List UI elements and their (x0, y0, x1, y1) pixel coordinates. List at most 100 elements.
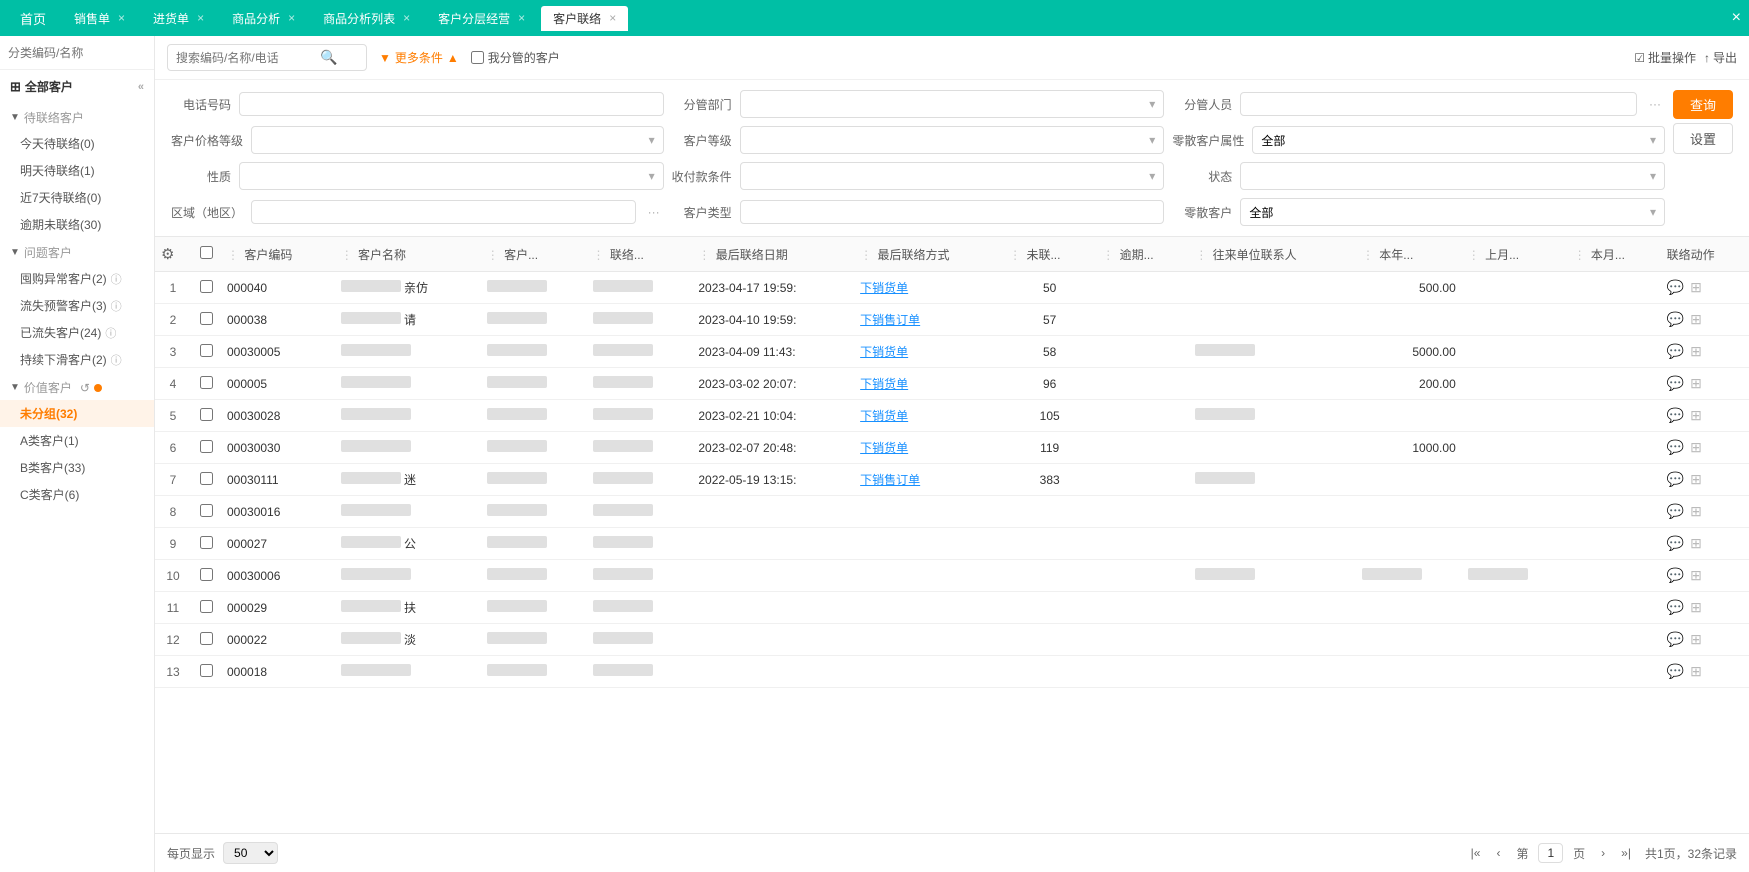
retail-attr-arrow: ▾ (1650, 133, 1656, 147)
status-arrow: ▾ (1650, 169, 1656, 183)
close-analysis-tab[interactable]: × (288, 11, 295, 25)
last-page-btn[interactable]: »| (1615, 844, 1637, 862)
close-customer-contact-tab[interactable]: × (609, 11, 616, 25)
grid-action-icon[interactable]: ⊞ (1690, 375, 1702, 392)
retail-attr-select[interactable]: 全部 ▾ (1252, 126, 1665, 154)
nav-tab-analysis-list[interactable]: 商品分析列表 × (311, 6, 422, 31)
message-icon[interactable]: 💬 (1667, 471, 1684, 488)
grid-action-icon[interactable]: ⊞ (1690, 663, 1702, 680)
sidebar-item-ungrouped[interactable]: 未分组(32) (0, 400, 154, 427)
table-row: 13000018 💬 ⊞ (155, 656, 1749, 688)
grid-action-icon[interactable]: ⊞ (1690, 631, 1702, 648)
nav-tab-customer-segment[interactable]: 客户分层经营 × (426, 6, 537, 31)
nature-select[interactable]: ▾ (239, 162, 664, 190)
filter-phone: 电话号码 (171, 92, 664, 116)
grid-action-icon[interactable]: ⊞ (1690, 279, 1702, 296)
sidebar-item-tomorrow[interactable]: 明天待联络(1) (0, 157, 154, 184)
message-icon[interactable]: 💬 (1667, 567, 1684, 584)
region-dots[interactable]: ··· (644, 205, 664, 219)
message-icon[interactable]: 💬 (1667, 375, 1684, 392)
customer-grade-select[interactable]: ▾ (740, 126, 1165, 154)
sidebar-item-a-class[interactable]: A类客户(1) (0, 427, 154, 454)
first-page-btn[interactable]: |« (1465, 844, 1487, 862)
more-filter-btn[interactable]: ▼ 更多条件 ▲ (379, 49, 459, 66)
grid-action-icon[interactable]: ⊞ (1690, 343, 1702, 360)
query-btn[interactable]: 查询 (1673, 90, 1733, 119)
select-all-checkbox[interactable] (200, 246, 213, 259)
sidebar-item-b-class[interactable]: B类客户(33) (0, 454, 154, 481)
message-icon[interactable]: 💬 (1667, 343, 1684, 360)
export-btn[interactable]: ↑ 导出 (1704, 49, 1737, 66)
filter-status: 状态 ▾ (1172, 162, 1665, 190)
nav-tab-sales[interactable]: 销售单 × (62, 6, 137, 31)
close-sales-tab[interactable]: × (118, 11, 125, 25)
message-icon[interactable]: 💬 (1667, 439, 1684, 456)
row-actions: 💬 ⊞ (1661, 496, 1749, 528)
message-icon[interactable]: 💬 (1667, 279, 1684, 296)
manager-input[interactable] (1240, 92, 1637, 116)
page-size-select[interactable]: 50 100 200 (223, 842, 278, 864)
sidebar-search-input[interactable] (8, 46, 155, 60)
message-icon[interactable]: 💬 (1667, 311, 1684, 328)
filter-row-1: 电话号码 分管部门 ▾ 分管人员 (171, 90, 1665, 118)
prev-page-btn[interactable]: ‹ (1490, 844, 1506, 862)
message-icon[interactable]: 💬 (1667, 599, 1684, 616)
grid-action-icon[interactable]: ⊞ (1690, 567, 1702, 584)
grid-action-icon[interactable]: ⊞ (1690, 503, 1702, 520)
nav-tab-customer-contact[interactable]: 客户联络 × (541, 6, 628, 31)
current-page[interactable]: 1 (1538, 843, 1563, 863)
message-icon[interactable]: 💬 (1667, 631, 1684, 648)
dept-select[interactable]: ▾ (740, 90, 1165, 118)
close-purchase-tab[interactable]: × (197, 11, 204, 25)
region-input[interactable] (251, 200, 636, 224)
sidebar-item-abnormal[interactable]: 囤购异常客户(2) ⓘ (0, 265, 154, 292)
customer-type-input[interactable] (740, 200, 1165, 224)
nav-home[interactable]: 首页 (8, 5, 58, 32)
sidebar-item-7days[interactable]: 近7天待联络(0) (0, 184, 154, 211)
search-icon[interactable]: 🔍 (320, 49, 337, 66)
grid-action-icon[interactable]: ⊞ (1690, 407, 1702, 424)
grid-action-icon[interactable]: ⊞ (1690, 535, 1702, 552)
grid-action-icon[interactable]: ⊞ (1690, 599, 1702, 616)
next-page-btn[interactable]: › (1595, 844, 1611, 862)
grid-action-icon[interactable]: ⊞ (1690, 439, 1702, 456)
nav-tab-purchase[interactable]: 进货单 × (141, 6, 216, 31)
close-analysis-list-tab[interactable]: × (403, 11, 410, 25)
sidebar-item-attrition-warning[interactable]: 流失预警客户(3) ⓘ (0, 292, 154, 319)
retail-customer-arrow: ▾ (1650, 205, 1656, 219)
reset-btn[interactable]: 设置 (1673, 123, 1733, 154)
close-all-tabs[interactable]: × (1732, 9, 1741, 27)
message-icon[interactable]: 💬 (1667, 663, 1684, 680)
search-input[interactable] (176, 51, 316, 65)
dept-arrow: ▾ (1149, 97, 1155, 111)
my-customer-check[interactable] (471, 51, 484, 64)
manager-dots[interactable]: ··· (1645, 97, 1665, 111)
sidebar-item-lost[interactable]: 已流失客户(24) ⓘ (0, 319, 154, 346)
message-icon[interactable]: 💬 (1667, 535, 1684, 552)
gear-icon[interactable]: ⚙ (161, 246, 174, 263)
grid-action-icon[interactable]: ⊞ (1690, 311, 1702, 328)
status-select[interactable]: ▾ (1240, 162, 1665, 190)
message-icon[interactable]: 💬 (1667, 407, 1684, 424)
sidebar-item-today[interactable]: 今天待联络(0) (0, 130, 154, 157)
nav-tab-analysis[interactable]: 商品分析 × (220, 6, 307, 31)
phone-input[interactable] (239, 92, 664, 116)
message-icon[interactable]: 💬 (1667, 503, 1684, 520)
retail-customer-select[interactable]: 全部 ▾ (1240, 198, 1665, 226)
batch-op-btn[interactable]: ☑ 批量操作 (1634, 49, 1696, 66)
sidebar: 🔍 ⊞ 全部客户 « ▼ 待联络客户 今天待联络(0) 明天待联络(1) 近7天… (0, 36, 155, 872)
group-value-customers: ▼ 价值客户 ↺ (0, 373, 154, 400)
close-customer-segment-tab[interactable]: × (518, 11, 525, 25)
sidebar-item-declining[interactable]: 持续下滑客户(2) ⓘ (0, 346, 154, 373)
collapse-icon[interactable]: « (138, 81, 144, 93)
price-grade-select[interactable]: ▾ (251, 126, 664, 154)
sidebar-all-customers[interactable]: ⊞ 全部客户 « (0, 70, 154, 103)
my-customer-checkbox[interactable]: 我分管的客户 (471, 49, 560, 66)
sidebar-item-c-class[interactable]: C类客户(6) (0, 481, 154, 508)
payment-select[interactable]: ▾ (740, 162, 1165, 190)
sidebar-item-overdue[interactable]: 逾期未联络(30) (0, 211, 154, 238)
resizer: ⋮ (227, 248, 239, 262)
grid-action-icon[interactable]: ⊞ (1690, 471, 1702, 488)
refresh-icon[interactable]: ↺ (80, 381, 90, 395)
customer-grade-arrow: ▾ (1149, 133, 1155, 147)
